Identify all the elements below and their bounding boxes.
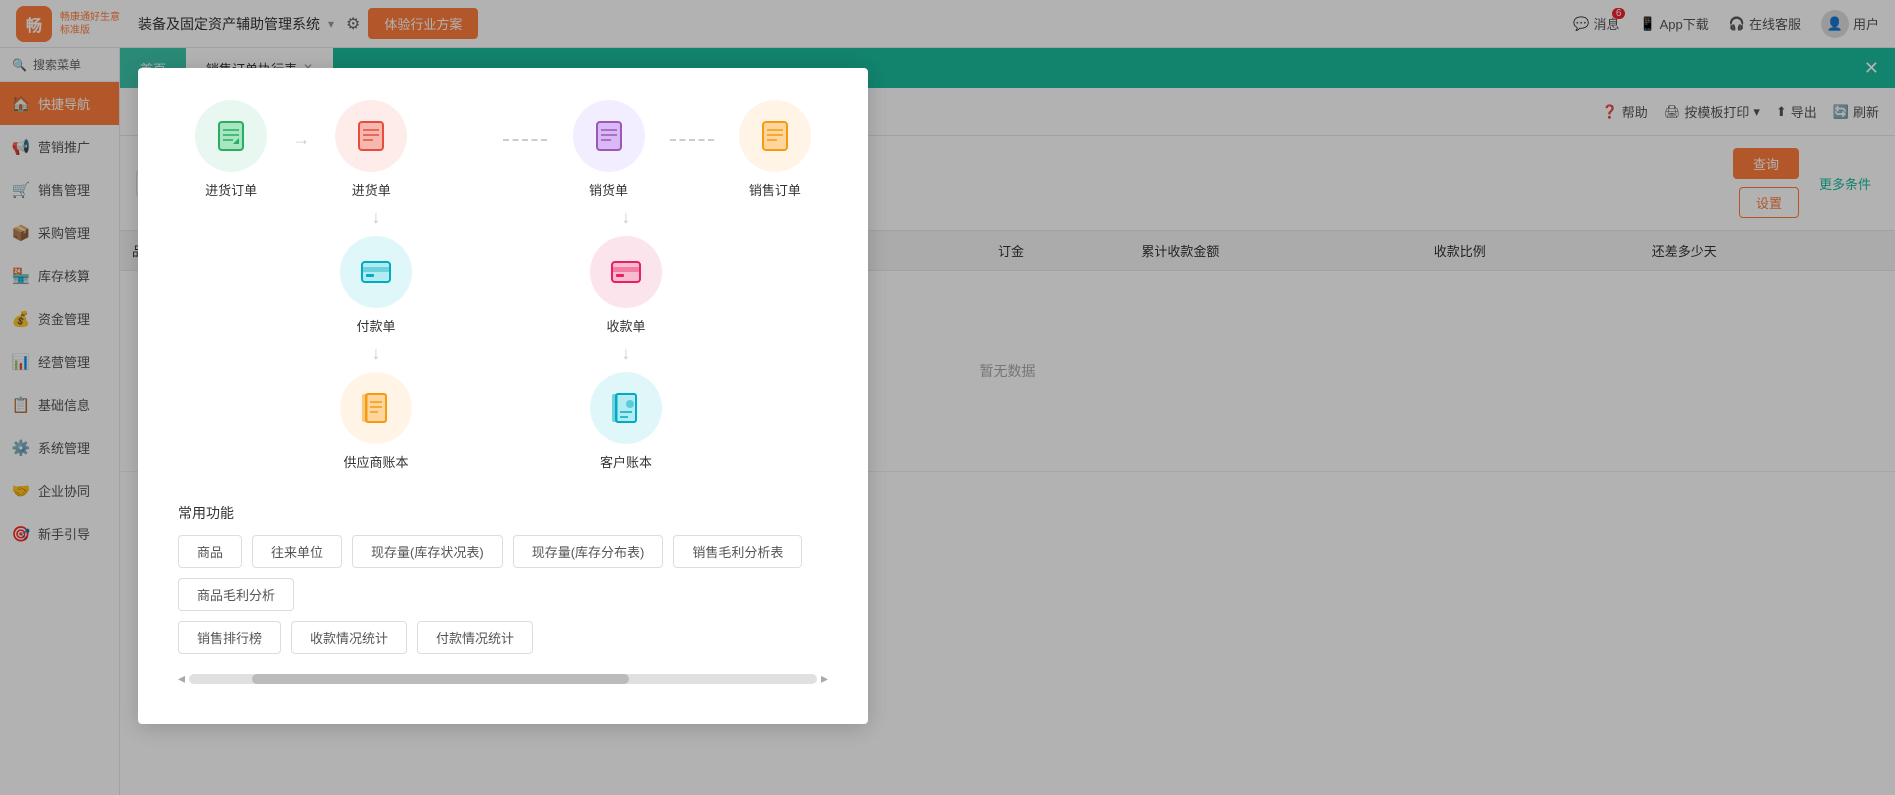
func-btn-sales-profit[interactable]: 销售毛利分析表: [673, 535, 802, 568]
flow-row-1: 进货订单 → 进货单: [178, 100, 828, 199]
func-btn-goods-profit[interactable]: 商品毛利分析: [178, 578, 294, 611]
flow-node-sales-order[interactable]: 销售订单: [722, 100, 828, 199]
purchase-icon: [335, 100, 407, 172]
payment-icon: [340, 236, 412, 308]
flow-node-purchase-order[interactable]: 进货订单: [178, 100, 284, 199]
arrow-down-payment: ↓: [316, 343, 436, 364]
function-buttons-row2: 销售排行榜 收款情况统计 付款情况统计: [178, 621, 828, 654]
sales-order-label: 销售订单: [749, 180, 801, 199]
spacer-1: [424, 140, 495, 160]
scroll-right-arrow[interactable]: ▸: [821, 670, 828, 687]
func-btn-inventory-dist[interactable]: 现存量(库存分布表): [513, 535, 664, 568]
purchase-order-label: 进货订单: [205, 180, 257, 199]
flow-node-customer-book[interactable]: 客户账本: [566, 372, 686, 471]
sales-order-icon: [739, 100, 811, 172]
payment-label: 付款单: [356, 316, 395, 335]
arrow-down-purchase: ↓: [316, 207, 436, 228]
scroll-thumb: [252, 674, 629, 684]
func-btn-payment-stats[interactable]: 付款情况统计: [417, 621, 533, 654]
scroll-left-arrow[interactable]: ◂: [178, 670, 185, 687]
flow-node-sales[interactable]: 销货单: [555, 100, 661, 199]
flow-node-supplier-book[interactable]: 供应商账本: [316, 372, 436, 471]
sales-icon: [573, 100, 645, 172]
func-btn-sales-rank[interactable]: 销售排行榜: [178, 621, 281, 654]
scrollbar-row: ◂ ▸: [178, 670, 828, 687]
func-btn-inventory-status[interactable]: 现存量(库存状况表): [352, 535, 503, 568]
receipt-label: 收款单: [606, 316, 645, 335]
scroll-track[interactable]: [189, 674, 817, 684]
modal-overlay[interactable]: 进货订单 → 进货单: [0, 0, 1895, 795]
arrow-right-1: →: [292, 129, 310, 170]
arrow-down-sales: ↓: [566, 207, 686, 228]
flow-node-purchase[interactable]: 进货单: [318, 100, 424, 199]
purchase-label: 进货单: [352, 180, 391, 199]
common-functions: 常用功能 商品 往来单位 现存量(库存状况表) 现存量(库存分布表) 销售毛利分…: [178, 503, 828, 654]
dash-arrow-2: [670, 139, 714, 161]
flow-arrow-down-row: ↓ ↓: [178, 207, 828, 228]
sales-label: 销货单: [589, 180, 628, 199]
quick-nav-modal: 进货订单 → 进货单: [138, 68, 868, 724]
customer-book-icon: [590, 372, 662, 444]
flow-diagram: 进货订单 → 进货单: [178, 100, 828, 479]
func-btn-counterparty[interactable]: 往来单位: [252, 535, 342, 568]
supplier-book-label: 供应商账本: [343, 452, 408, 471]
func-btn-receipt-stats[interactable]: 收款情况统计: [291, 621, 407, 654]
modal-scrollbar-area: ◂ ▸: [178, 670, 828, 700]
function-buttons: 商品 往来单位 现存量(库存状况表) 现存量(库存分布表) 销售毛利分析表 商品…: [178, 535, 828, 611]
purchase-order-icon: [195, 100, 267, 172]
supplier-book-icon: [340, 372, 412, 444]
receipt-icon: [590, 236, 662, 308]
flow-node-receipt[interactable]: 收款单: [566, 236, 686, 335]
flow-arrow-down-row-2: ↓ ↓: [178, 343, 828, 364]
flow-node-payment[interactable]: 付款单: [316, 236, 436, 335]
flow-row-3: 供应商账本 客户账本: [178, 372, 828, 471]
dash-arrow-1: [503, 139, 547, 161]
arrow-down-receipt: ↓: [566, 343, 686, 364]
common-functions-title: 常用功能: [178, 503, 828, 523]
flow-row-2: 付款单 收款单: [178, 236, 828, 335]
customer-book-label: 客户账本: [600, 452, 652, 471]
func-btn-goods[interactable]: 商品: [178, 535, 242, 568]
